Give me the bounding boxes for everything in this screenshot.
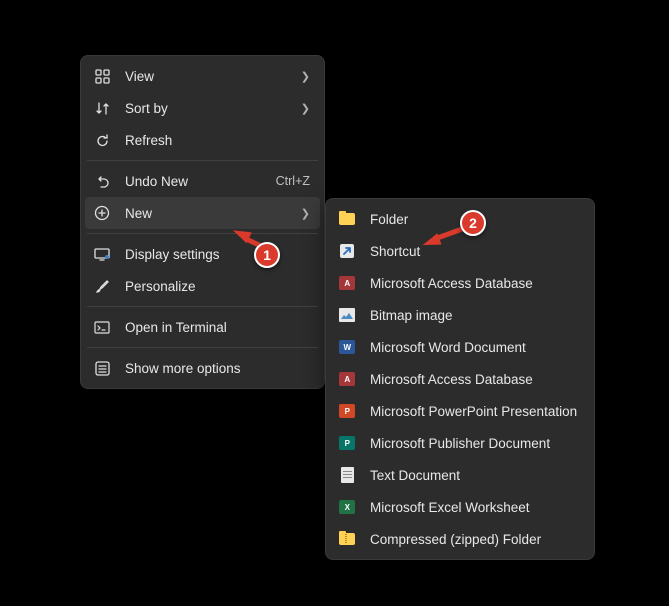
menu-item-label: View: [125, 69, 295, 84]
menu-item-label: Microsoft Access Database: [370, 372, 580, 387]
menu-separator: [87, 306, 318, 307]
grid-icon: [93, 67, 111, 85]
zip-folder-icon: [338, 530, 356, 548]
publisher-icon: P: [338, 434, 356, 452]
submenu-item-access[interactable]: A Microsoft Access Database: [330, 267, 590, 299]
undo-icon: [93, 172, 111, 190]
menu-item-label: Microsoft Publisher Document: [370, 436, 580, 451]
menu-item-label: Text Document: [370, 468, 580, 483]
menu-item-label: Microsoft Access Database: [370, 276, 580, 291]
options-icon: [93, 359, 111, 377]
callout-badge-1: 1: [254, 242, 280, 268]
menu-item-label: New: [125, 206, 295, 221]
chevron-right-icon: ❯: [301, 70, 310, 83]
menu-item-undo[interactable]: Undo New Ctrl+Z: [85, 165, 320, 197]
menu-item-personalize[interactable]: Personalize: [85, 270, 320, 302]
menu-separator: [87, 160, 318, 161]
keyboard-shortcut: Ctrl+Z: [276, 174, 310, 188]
menu-item-sort-by[interactable]: Sort by ❯: [85, 92, 320, 124]
menu-separator: [87, 233, 318, 234]
chevron-right-icon: ❯: [301, 207, 310, 220]
access-icon: A: [338, 274, 356, 292]
submenu-item-compressed-folder[interactable]: Compressed (zipped) Folder: [330, 523, 590, 555]
brush-icon: [93, 277, 111, 295]
menu-item-open-terminal[interactable]: Open in Terminal: [85, 311, 320, 343]
terminal-icon: [93, 318, 111, 336]
menu-item-display-settings[interactable]: Display settings: [85, 238, 320, 270]
submenu-item-access-2[interactable]: A Microsoft Access Database: [330, 363, 590, 395]
access-icon: A: [338, 370, 356, 388]
word-icon: W: [338, 338, 356, 356]
menu-item-label: Show more options: [125, 361, 310, 376]
menu-item-new[interactable]: New ❯: [85, 197, 320, 229]
submenu-item-text-document[interactable]: Text Document: [330, 459, 590, 491]
menu-item-label: Undo New: [125, 174, 268, 189]
menu-item-label: Microsoft Excel Worksheet: [370, 500, 580, 515]
submenu-item-powerpoint[interactable]: P Microsoft PowerPoint Presentation: [330, 395, 590, 427]
excel-icon: X: [338, 498, 356, 516]
menu-item-label: Personalize: [125, 279, 310, 294]
chevron-right-icon: ❯: [301, 102, 310, 115]
text-document-icon: [338, 466, 356, 484]
menu-item-label: Bitmap image: [370, 308, 580, 323]
submenu-item-bitmap[interactable]: Bitmap image: [330, 299, 590, 331]
submenu-item-word[interactable]: W Microsoft Word Document: [330, 331, 590, 363]
sort-icon: [93, 99, 111, 117]
bitmap-icon: [338, 306, 356, 324]
menu-item-label: Open in Terminal: [125, 320, 310, 335]
callout-number: 2: [469, 215, 477, 231]
menu-item-view[interactable]: View ❯: [85, 60, 320, 92]
menu-item-label: Sort by: [125, 101, 295, 116]
menu-item-label: Shortcut: [370, 244, 580, 259]
menu-item-label: Compressed (zipped) Folder: [370, 532, 580, 547]
menu-item-show-more-options[interactable]: Show more options: [85, 352, 320, 384]
desktop-context-menu: View ❯ Sort by ❯ Refresh Undo New Ctrl+Z…: [80, 55, 325, 389]
new-submenu: Folder Shortcut A Microsoft Access Datab…: [325, 198, 595, 560]
callout-number: 1: [263, 247, 271, 263]
powerpoint-icon: P: [338, 402, 356, 420]
menu-separator: [87, 347, 318, 348]
menu-item-label: Refresh: [125, 133, 310, 148]
display-icon: [93, 245, 111, 263]
callout-badge-2: 2: [460, 210, 486, 236]
menu-item-refresh[interactable]: Refresh: [85, 124, 320, 156]
plus-circle-icon: [93, 204, 111, 222]
submenu-item-excel[interactable]: X Microsoft Excel Worksheet: [330, 491, 590, 523]
menu-item-label: Microsoft Word Document: [370, 340, 580, 355]
submenu-item-shortcut[interactable]: Shortcut: [330, 235, 590, 267]
menu-item-label: Microsoft PowerPoint Presentation: [370, 404, 580, 419]
refresh-icon: [93, 131, 111, 149]
folder-icon: [338, 210, 356, 228]
menu-item-label: Display settings: [125, 247, 310, 262]
shortcut-icon: [338, 242, 356, 260]
submenu-item-publisher[interactable]: P Microsoft Publisher Document: [330, 427, 590, 459]
